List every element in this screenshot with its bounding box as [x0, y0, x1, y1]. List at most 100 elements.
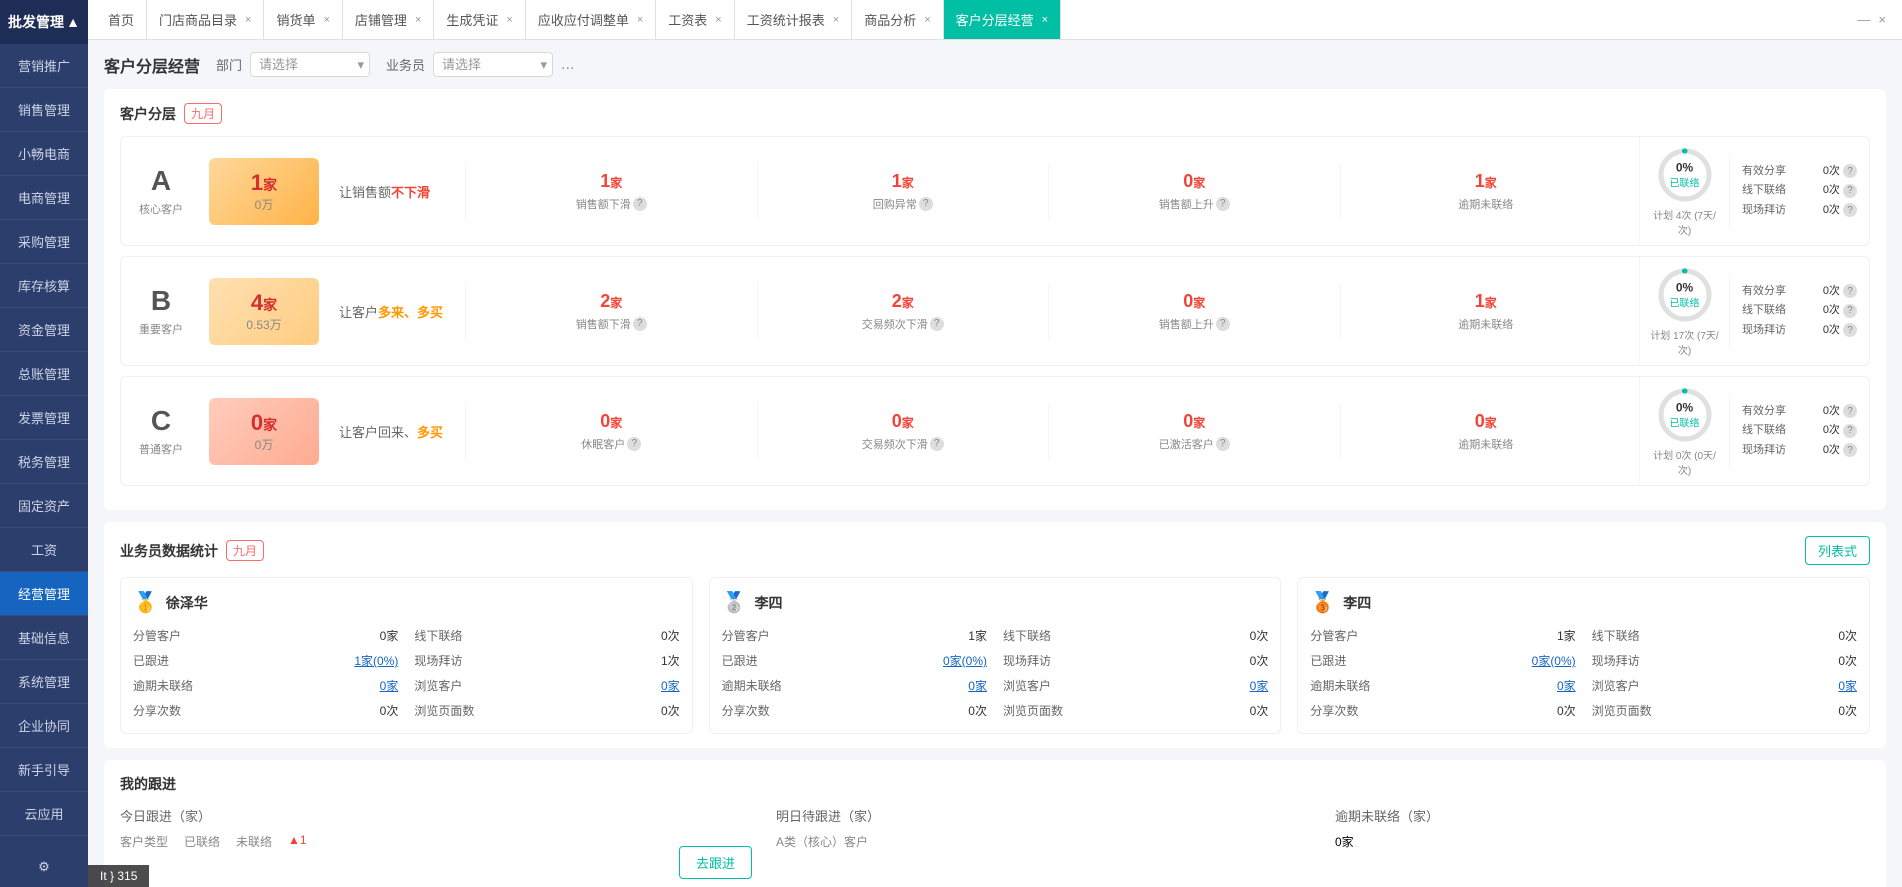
stat-val[interactable]: 0家 — [968, 677, 987, 694]
tab-close-product-analysis[interactable]: × — [924, 14, 930, 26]
stat-count: 0家 — [1053, 411, 1336, 432]
stat-val[interactable]: 0家 — [1250, 677, 1269, 694]
window-minimize[interactable]: — — [1857, 12, 1870, 27]
info-icon: ? — [919, 197, 933, 211]
stat-block-1: 0家 交易频次下滑 ? — [757, 403, 1049, 460]
staff-header: 🥉 李四 — [1310, 590, 1857, 615]
tab-salary[interactable]: 工资表× — [656, 0, 734, 40]
info-icon: ? — [930, 437, 944, 451]
tab-receivable[interactable]: 应收应付调整单× — [526, 0, 656, 40]
sidebar-item-xiaodian[interactable]: 小畅电商 — [0, 132, 88, 176]
tab-salary-report[interactable]: 工资统计报表× — [735, 0, 852, 40]
sidebar-item-fapiao[interactable]: 发票管理 — [0, 396, 88, 440]
stat-val: 0次 — [661, 702, 680, 719]
sidebar-item-jichu[interactable]: 基础信息 — [0, 616, 88, 660]
dept-select[interactable]: 请选择 — [250, 52, 370, 77]
tab-close-store-mgmt[interactable]: × — [415, 14, 421, 26]
tab-customer-tier[interactable]: 客户分层经营× — [944, 0, 1061, 40]
stat-label: 销售额上升 ? — [1053, 316, 1336, 332]
circle-pct: 0% — [1670, 161, 1700, 175]
more-button[interactable]: ... — [561, 56, 574, 74]
sidebar-top[interactable]: 批发管理 ▲ — [0, 0, 88, 44]
tab-home[interactable]: 首页 — [96, 0, 147, 40]
stat-label: 分享次数 — [722, 702, 770, 719]
sidebar-item-dianshang[interactable]: 电商管理 — [0, 176, 88, 220]
stat-val[interactable]: 0家 — [1838, 677, 1857, 694]
sidebar-item-gudingzichan[interactable]: 固定资产 — [0, 484, 88, 528]
stat-val: 0次 — [1250, 702, 1269, 719]
stat-block-1: 1家 回购异常 ? — [757, 163, 1049, 220]
sidebar-item-zongzhang[interactable]: 总账管理 — [0, 352, 88, 396]
stat-count: 0家 — [1345, 411, 1628, 432]
sidebar-item-caigou[interactable]: 采购管理 — [0, 220, 88, 264]
sidebar-item-kucun[interactable]: 库存核算 — [0, 264, 88, 308]
sidebar-settings[interactable]: ⚙ — [0, 847, 88, 887]
staff-stat-row-6: 分享次数0次 — [722, 700, 987, 721]
tier-count-block: 1家 0万 — [209, 158, 319, 225]
stat-val: 0次 — [661, 627, 680, 644]
window-close[interactable]: × — [1878, 12, 1886, 27]
tier-circle: 0% 已联络 — [1655, 265, 1715, 325]
tab-close-store-products[interactable]: × — [245, 14, 251, 26]
sidebar-item-xinshou[interactable]: 新手引导 — [0, 748, 88, 792]
customer-month-badge: 九月 — [184, 103, 222, 124]
staff-stat-row-7: 浏览页面数0次 — [1003, 700, 1268, 721]
circle-status: 已联络 — [1670, 415, 1700, 430]
sidebar-item-zijin[interactable]: 资金管理 — [0, 308, 88, 352]
stat-label: 回购异常 ? — [762, 196, 1045, 212]
tab-product-analysis[interactable]: 商品分析× — [852, 0, 943, 40]
sidebar-item-yun[interactable]: 云应用 — [0, 792, 88, 836]
stat-val: 1家 — [1557, 627, 1576, 644]
tier-name: 普通客户 — [133, 441, 189, 457]
tab-store-products[interactable]: 门店商品目录× — [147, 0, 264, 40]
sidebar-item-qiye[interactable]: 企业协同 — [0, 704, 88, 748]
staff-stat-row-5: 浏览客户0家 — [414, 675, 679, 696]
stat-label: 交易频次下滑 ? — [762, 316, 1045, 332]
stat-val[interactable]: 0家 — [380, 677, 399, 694]
tab-sales-order[interactable]: 销货单× — [264, 0, 342, 40]
sidebar-item-jingying[interactable]: 经营管理 — [0, 572, 88, 616]
tab-store-mgmt[interactable]: 店铺管理× — [343, 0, 434, 40]
sidebar-item-shuiwu[interactable]: 税务管理 — [0, 440, 88, 484]
sidebar-item-xitong[interactable]: 系统管理 — [0, 660, 88, 704]
tab-close-sales-order[interactable]: × — [323, 14, 329, 26]
tab-close-salary-report[interactable]: × — [833, 14, 839, 26]
tab-voucher[interactable]: 生成凭证× — [434, 0, 525, 40]
staff-select[interactable]: 请选择 — [433, 52, 553, 77]
overdue-followup: 逾期未联络（家） 0家 — [1335, 806, 1870, 850]
staff-stat-row-0: 分管客户0家 — [133, 625, 398, 646]
stat-label: 逾期未联络 — [1345, 436, 1628, 452]
stat-val[interactable]: 0家(0%) — [1532, 652, 1576, 669]
sidebar-item-gongzi[interactable]: 工资 — [0, 528, 88, 572]
customer-section: 客户分层 九月 A核心客户 1家 0万 让销售额不下滑 1家 销售额下滑 ? 1… — [104, 89, 1886, 510]
sidebar-item-xiaoshou[interactable]: 销售管理 — [0, 88, 88, 132]
tab-close-customer-tier[interactable]: × — [1042, 14, 1048, 26]
stat-val[interactable]: 1家(0%) — [354, 652, 398, 669]
info-icon: ? — [633, 197, 647, 211]
stat-label: 交易频次下滑 ? — [762, 436, 1045, 452]
main-area: 首页门店商品目录×销货单×店铺管理×生成凭证×应收应付调整单×工资表×工资统计报… — [88, 0, 1902, 887]
sidebar-top-icon: ▲ — [66, 14, 80, 30]
goto-followup-button[interactable]: 去跟进 — [679, 846, 752, 879]
circle-sub: 计划 4次 (7天/次) — [1648, 207, 1721, 237]
dept-filter: 部门 请选择 — [216, 52, 370, 77]
goto-followup-wrap: 去跟进 — [679, 806, 752, 879]
a-tier-label: A类（核心）客户 — [776, 835, 868, 849]
stat-count: 2家 — [762, 291, 1045, 312]
sidebar-item-yingxiao[interactable]: 营销推广 — [0, 44, 88, 88]
staff-label: 业务员 — [386, 55, 425, 74]
tab-close-salary[interactable]: × — [715, 14, 721, 26]
info-icon: ? — [1216, 197, 1230, 211]
staff-stat-row-0: 分管客户1家 — [1310, 625, 1575, 646]
stat-val[interactable]: 0家(0%) — [943, 652, 987, 669]
tab-close-receivable[interactable]: × — [637, 14, 643, 26]
list-view-button[interactable]: 列表式 — [1805, 536, 1870, 565]
right-stat-label: 线下联络 — [1742, 301, 1786, 318]
stat-val[interactable]: 0家 — [661, 677, 680, 694]
tier-suggestion-highlight: 多来、多买 — [378, 305, 443, 320]
tier-circle-block: 0% 已联络 计划 0次 (0天/次) — [1639, 377, 1729, 485]
tier-right-stats: 有效分享 0次 ? 线下联络 0次 ? 现场拜访 0次 ? — [1729, 394, 1869, 469]
staff-stat-row-0: 分管客户1家 — [722, 625, 987, 646]
tab-close-voucher[interactable]: × — [506, 14, 512, 26]
stat-val[interactable]: 0家 — [1557, 677, 1576, 694]
